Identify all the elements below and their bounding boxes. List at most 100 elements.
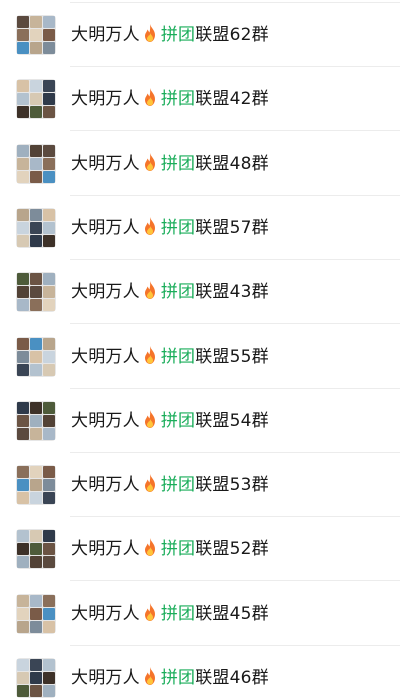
- avatar-tile: [30, 479, 42, 492]
- chat-list-item[interactable]: 大明万人 拼团联盟45群: [0, 582, 400, 646]
- chat-name: 大明万人 拼团联盟53群: [71, 473, 269, 497]
- fire-icon: [142, 666, 158, 686]
- avatar-tile: [43, 492, 55, 505]
- chat-name-highlight: 拼团: [160, 668, 196, 688]
- avatar-tile: [17, 80, 29, 93]
- avatar-tile: [30, 29, 42, 41]
- group-avatar[interactable]: [16, 400, 56, 441]
- chat-name-highlight: 拼团: [160, 603, 196, 624]
- chat-name-suffix: 联盟48群: [195, 153, 269, 174]
- avatar-tile: [30, 221, 42, 234]
- chat-list-item[interactable]: 大明万人 拼团联盟57群: [0, 196, 400, 260]
- avatar-tile: [43, 273, 55, 286]
- avatar-tile: [43, 42, 55, 54]
- chat-name: 大明万人 拼团联盟62群: [71, 23, 269, 47]
- avatar-tile: [30, 299, 42, 312]
- avatar-tile: [43, 16, 55, 28]
- avatar-tile: [43, 157, 55, 170]
- chat-name-highlight: 拼团: [160, 25, 196, 45]
- avatar-tile: [30, 337, 42, 350]
- chat-name-prefix: 大明万人: [71, 282, 140, 303]
- avatar-tile: [30, 208, 42, 221]
- chat-list-item[interactable]: 大明万人 拼团联盟52群: [0, 517, 400, 582]
- fire-icon: [142, 280, 158, 300]
- group-avatar[interactable]: [16, 79, 56, 120]
- avatar-tile: [17, 234, 29, 247]
- chat-name-prefix: 大明万人: [71, 217, 140, 238]
- avatar-tile: [30, 16, 42, 28]
- group-avatar[interactable]: [16, 593, 56, 634]
- avatar-tile: [43, 479, 55, 492]
- avatar-tile: [30, 273, 42, 286]
- group-avatar[interactable]: [16, 143, 56, 184]
- chat-list-item[interactable]: 大明万人 拼团联盟55群: [0, 325, 400, 389]
- avatar-tile: [43, 363, 55, 376]
- avatar-tile: [17, 363, 29, 376]
- avatar-tile: [30, 427, 42, 440]
- chat-name-highlight: 拼团: [160, 153, 196, 174]
- avatar-tile: [30, 594, 42, 607]
- chat-list-item[interactable]: 大明万人 拼团联盟43群: [0, 260, 400, 325]
- avatar-tile: [43, 530, 55, 543]
- avatar-tile: [17, 672, 29, 684]
- chat-name-highlight: 拼团: [160, 410, 196, 431]
- avatar-tile: [30, 492, 42, 505]
- avatar-tile: [17, 401, 29, 414]
- chat-list-item[interactable]: 大明万人 拼团联盟54群: [0, 389, 400, 453]
- group-avatar[interactable]: [16, 336, 56, 377]
- chat-list-item[interactable]: 大明万人 拼团联盟48群: [0, 132, 400, 196]
- avatar-tile: [43, 299, 55, 312]
- avatar-tile: [43, 401, 55, 414]
- avatar-tile: [43, 337, 55, 350]
- group-avatar[interactable]: [16, 207, 56, 248]
- avatar-tile: [30, 607, 42, 620]
- group-avatar[interactable]: [16, 272, 56, 313]
- group-avatar[interactable]: [16, 15, 56, 55]
- chat-list-item[interactable]: 大明万人 拼团联盟42群: [0, 67, 400, 132]
- group-avatar[interactable]: [16, 658, 56, 698]
- group-avatar[interactable]: [16, 465, 56, 506]
- chat-name-prefix: 大明万人: [71, 153, 140, 174]
- avatar-tile: [43, 607, 55, 620]
- avatar-tile: [17, 620, 29, 633]
- avatar-tile: [30, 286, 42, 299]
- chat-name: 大明万人 拼团联盟45群: [71, 602, 269, 626]
- avatar-tile: [17, 286, 29, 299]
- chat-name: 大明万人 拼团联盟48群: [71, 152, 269, 176]
- fire-icon: [142, 216, 158, 236]
- avatar-tile: [30, 42, 42, 54]
- chat-list-item[interactable]: 大明万人 拼团联盟62群: [0, 3, 400, 67]
- avatar-tile: [17, 157, 29, 170]
- chat-name-prefix: 大明万人: [71, 410, 140, 431]
- avatar-tile: [30, 556, 42, 569]
- avatar-tile: [30, 170, 42, 183]
- chat-list: 大明万人 拼团联盟62群 大明万人 拼团联盟42群 大明万人 拼团联盟48群 大明万人…: [0, 0, 400, 700]
- avatar-tile: [43, 685, 55, 697]
- chat-list-item[interactable]: 大明万人 拼团联盟53群: [0, 453, 400, 518]
- group-avatar[interactable]: [16, 529, 56, 570]
- fire-icon: [142, 537, 158, 557]
- avatar-tile: [43, 427, 55, 440]
- chat-name: 大明万人 拼团联盟52群: [71, 537, 269, 561]
- chat-name: 大明万人 拼团联盟46群: [71, 666, 269, 690]
- avatar-tile: [17, 93, 29, 106]
- chat-name-prefix: 大明万人: [71, 89, 140, 110]
- avatar-tile: [30, 414, 42, 427]
- avatar-tile: [43, 620, 55, 633]
- avatar-tile: [17, 414, 29, 427]
- chat-list-item[interactable]: 大明万人 拼团联盟46群: [0, 646, 400, 700]
- avatar-tile: [43, 29, 55, 41]
- avatar-tile: [17, 170, 29, 183]
- avatar-tile: [17, 337, 29, 350]
- avatar-tile: [30, 672, 42, 684]
- chat-name-prefix: 大明万人: [71, 539, 140, 560]
- avatar-tile: [17, 106, 29, 119]
- chat-name-suffix: 联盟53群: [195, 475, 269, 496]
- avatar-tile: [30, 363, 42, 376]
- chat-name-prefix: 大明万人: [71, 603, 140, 624]
- avatar-tile: [30, 144, 42, 157]
- avatar-tile: [30, 530, 42, 543]
- avatar-tile: [17, 594, 29, 607]
- avatar-tile: [30, 620, 42, 633]
- avatar-tile: [30, 401, 42, 414]
